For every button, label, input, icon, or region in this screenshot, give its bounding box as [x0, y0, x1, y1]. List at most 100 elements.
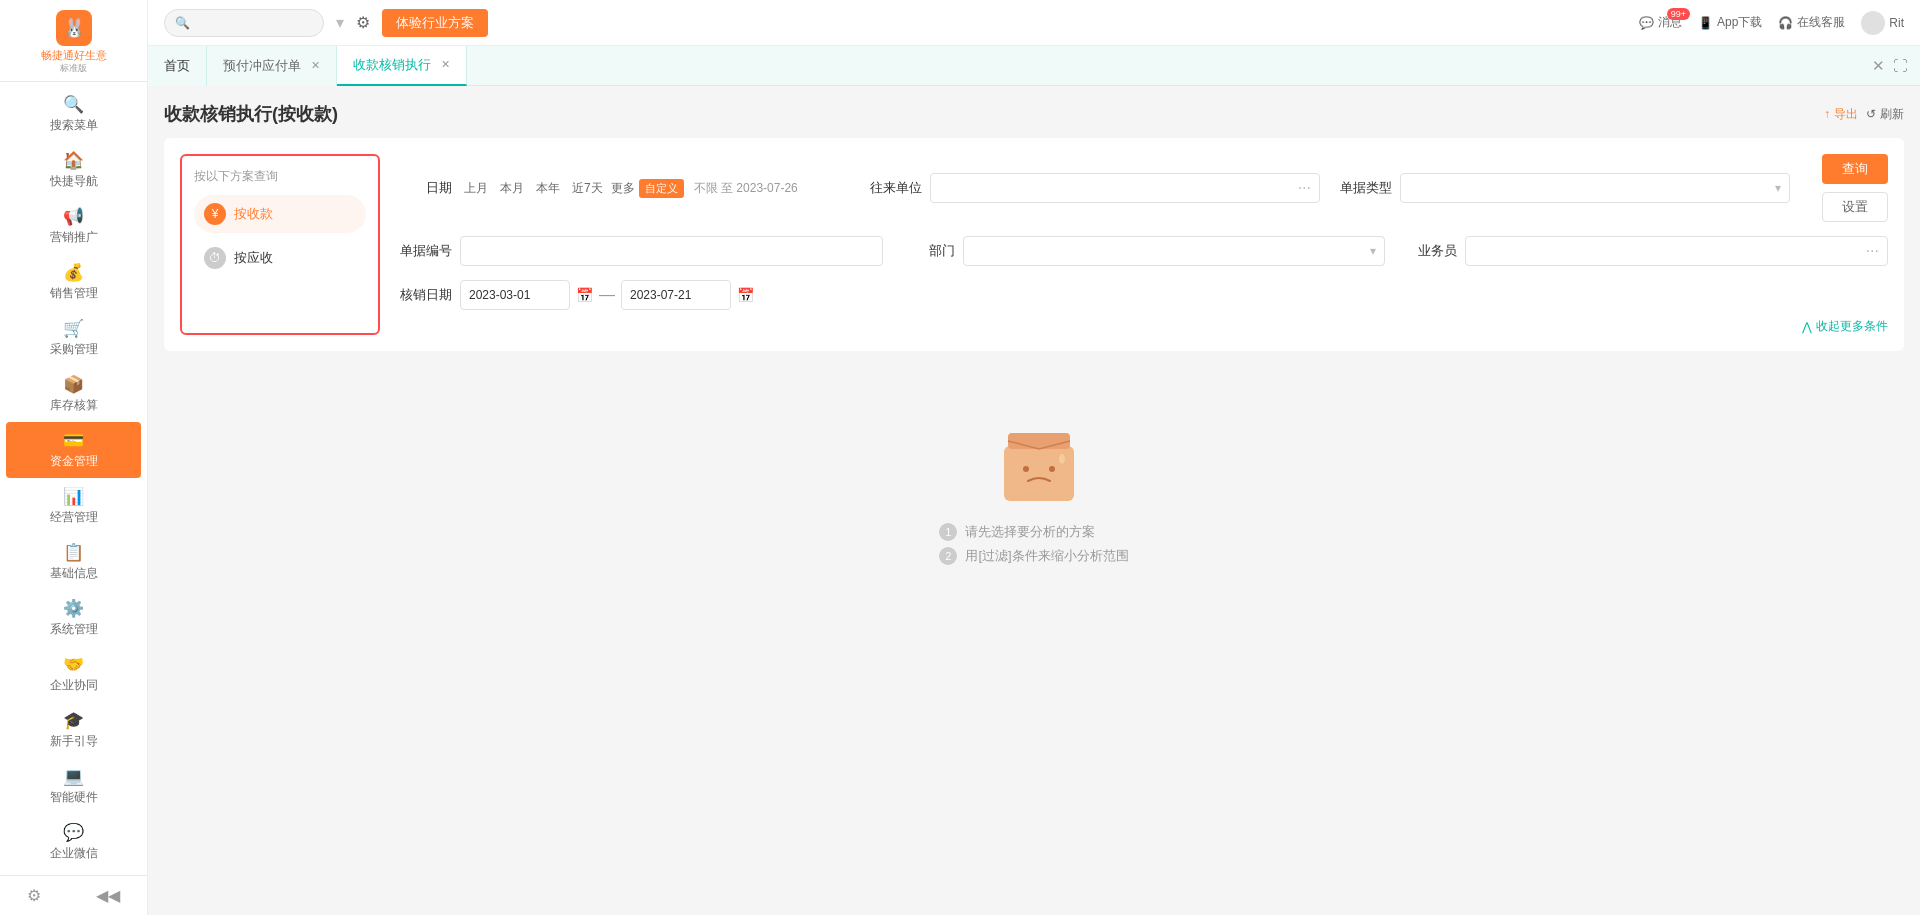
export-icon: ↑ [1824, 107, 1830, 121]
filter-billno-group: 单据编号 [396, 236, 883, 266]
writeoff-date-inputs: 📅 — 📅 [460, 280, 1888, 310]
svg-point-3 [1049, 466, 1055, 472]
tab-home[interactable]: 首页 [148, 46, 207, 86]
sidebar-item-basicinfo[interactable]: 📋 基础信息 [0, 534, 147, 590]
date-btn-thisyear[interactable]: 本年 [532, 178, 564, 199]
sidebar-item-search[interactable]: 🔍 搜索菜单 [0, 86, 147, 142]
app-download-btn[interactable]: 📱 App下载 [1698, 14, 1762, 31]
sidebar-item-hardware[interactable]: 💻 智能硬件 [0, 758, 147, 814]
writeoff-date-start-input[interactable] [460, 280, 570, 310]
user-avatar [1861, 11, 1885, 35]
sidebar-item-operation[interactable]: 📊 经营管理 [0, 478, 147, 534]
date-custom-badge[interactable]: 自定义 [639, 179, 684, 198]
refresh-button[interactable]: ↺ 刷新 [1866, 106, 1904, 123]
tab-prepay-close-icon[interactable]: ✕ [311, 59, 320, 72]
operation-icon: 📊 [63, 486, 84, 507]
billtype-select[interactable]: ▾ [1400, 173, 1790, 203]
app-logo-icon[interactable]: 🐰 [56, 10, 92, 46]
sidebar-item-enterprise[interactable]: 🤝 企业协同 [0, 646, 147, 702]
writeoff-end-calendar-icon[interactable]: 📅 [737, 287, 754, 303]
sidebar-item-marketing[interactable]: 📢 营销推广 [0, 198, 147, 254]
content-area: 收款核销执行(按收款) ↑ 导出 ↺ 刷新 按以下方案查询 ¥ 按收款 [148, 86, 1920, 915]
tabbar-close-all-icon[interactable]: ✕ [1872, 57, 1885, 75]
date-btn-lastmonth[interactable]: 上月 [460, 178, 492, 199]
writeoff-date-end-input[interactable] [621, 280, 731, 310]
empty-state: 1 请先选择要分析的方案 2 用[过滤]条件来缩小分析范围 [164, 351, 1904, 625]
receipt-option-icon: ¥ [204, 203, 226, 225]
app-version-badge: 标准版 [60, 62, 87, 75]
receivable-option-icon: ⏱ [204, 247, 226, 269]
billno-label: 单据编号 [396, 242, 452, 260]
filter-option-by-receipt[interactable]: ¥ 按收款 [194, 195, 366, 233]
tabbar-expand-icon[interactable]: ⛶ [1893, 57, 1908, 74]
sidebar-item-label: 智能硬件 [50, 789, 98, 806]
billno-input[interactable] [460, 236, 883, 266]
sidebar-bottom: ⚙ ◀◀ [0, 875, 147, 915]
date-btn-more[interactable]: 更多 [611, 180, 635, 197]
sidebar-item-label: 资金管理 [50, 453, 98, 470]
wechat-icon: 💬 [63, 822, 84, 843]
receipt-option-label: 按收款 [234, 205, 273, 223]
partner-select[interactable]: ··· [930, 173, 1320, 203]
sidebar-item-purchase[interactable]: 🛒 采购管理 [0, 310, 147, 366]
writeoff-start-calendar-icon[interactable]: 📅 [576, 287, 593, 303]
message-btn[interactable]: 💬 消息 99+ [1639, 14, 1682, 31]
system-icon: ⚙️ [63, 598, 84, 619]
page-actions: ↑ 导出 ↺ 刷新 [1824, 106, 1904, 123]
dept-select[interactable]: ▾ [963, 236, 1386, 266]
filter-panel-title: 按以下方案查询 [194, 168, 366, 185]
settings-bottom-icon[interactable]: ⚙ [27, 886, 41, 905]
export-button[interactable]: ↑ 导出 [1824, 106, 1858, 123]
filter-option-by-receivable[interactable]: ⏱ 按应收 [194, 239, 366, 277]
collapse-sidebar-icon[interactable]: ◀◀ [96, 886, 120, 905]
tab-receipt[interactable]: 收款核销执行 ✕ [337, 46, 467, 86]
filter-row-3: 核销日期 📅 — 📅 [396, 280, 1888, 310]
hint-text-2: 用[过滤]条件来缩小分析范围 [965, 547, 1128, 565]
filter-panel: 按以下方案查询 ¥ 按收款 ⏱ 按应收 日期 [164, 138, 1904, 351]
staff-select[interactable]: ··· [1465, 236, 1888, 266]
sidebar-item-shortcut[interactable]: 🏠 快捷导航 [0, 142, 147, 198]
filter-writeoffdate-group: 核销日期 📅 — 📅 [396, 280, 1888, 310]
svg-point-4 [1059, 454, 1065, 464]
sidebar-item-system[interactable]: ⚙️ 系统管理 [0, 590, 147, 646]
enterprise-icon: 🤝 [63, 654, 84, 675]
collapse-more-btn[interactable]: ⋀ 收起更多条件 [396, 318, 1888, 335]
capital-icon: 💳 [63, 430, 84, 451]
sidebar-item-inventory[interactable]: 📦 库存核算 [0, 366, 147, 422]
user-menu[interactable]: Rit [1861, 11, 1904, 35]
page-title: 收款核销执行(按收款) [164, 102, 338, 126]
sidebar: 🐰 畅捷通好生意 标准版 🔍 搜索菜单 🏠 快捷导航 📢 营销推广 💰 销售管理… [0, 0, 148, 915]
industry-btn[interactable]: 体验行业方案 [382, 9, 488, 37]
chevron-up-icon: ⋀ [1802, 320, 1812, 334]
topbar-dropdown-icon[interactable]: ▾ [336, 13, 344, 32]
marketing-icon: 📢 [63, 206, 84, 227]
staff-dots-icon[interactable]: ··· [1866, 242, 1879, 260]
inventory-icon: 📦 [63, 374, 84, 395]
tab-prepay[interactable]: 预付冲应付单 ✕ [207, 46, 337, 86]
date-btn-7days[interactable]: 近7天 [568, 178, 607, 199]
topbar-gear-icon[interactable]: ⚙ [356, 13, 370, 32]
sidebar-item-label: 采购管理 [50, 341, 98, 358]
partner-dots-icon[interactable]: ··· [1298, 179, 1311, 197]
query-button[interactable]: 查询 [1822, 154, 1888, 184]
date-btn-thismonth[interactable]: 本月 [496, 178, 528, 199]
topbar-search-box[interactable]: 🔍 [164, 9, 324, 37]
sidebar-item-sales[interactable]: 💰 销售管理 [0, 254, 147, 310]
sidebar-item-label: 经营管理 [50, 509, 98, 526]
sidebar-item-wechat[interactable]: 💬 企业微信 [0, 814, 147, 870]
sidebar-item-label: 企业协同 [50, 677, 98, 694]
billtype-label: 单据类型 [1336, 179, 1392, 197]
tab-receipt-close-icon[interactable]: ✕ [441, 58, 450, 71]
sidebar-item-guide[interactable]: 🎓 新手引导 [0, 702, 147, 758]
refresh-icon: ↺ [1866, 107, 1876, 121]
writeoffdate-label: 核销日期 [396, 286, 452, 304]
settings-button[interactable]: 设置 [1822, 192, 1888, 222]
dept-dropdown-icon[interactable]: ▾ [1370, 244, 1376, 258]
sidebar-item-capital[interactable]: 💳 资金管理 [6, 422, 141, 478]
collapse-btn-label: 收起更多条件 [1816, 318, 1888, 335]
empty-hint-2: 2 用[过滤]条件来缩小分析范围 [939, 547, 1128, 565]
online-service-btn[interactable]: 🎧 在线客服 [1778, 14, 1845, 31]
billtype-dropdown-icon[interactable]: ▾ [1775, 181, 1781, 195]
hint-num-2: 2 [939, 547, 957, 565]
home-icon: 🏠 [63, 150, 84, 171]
